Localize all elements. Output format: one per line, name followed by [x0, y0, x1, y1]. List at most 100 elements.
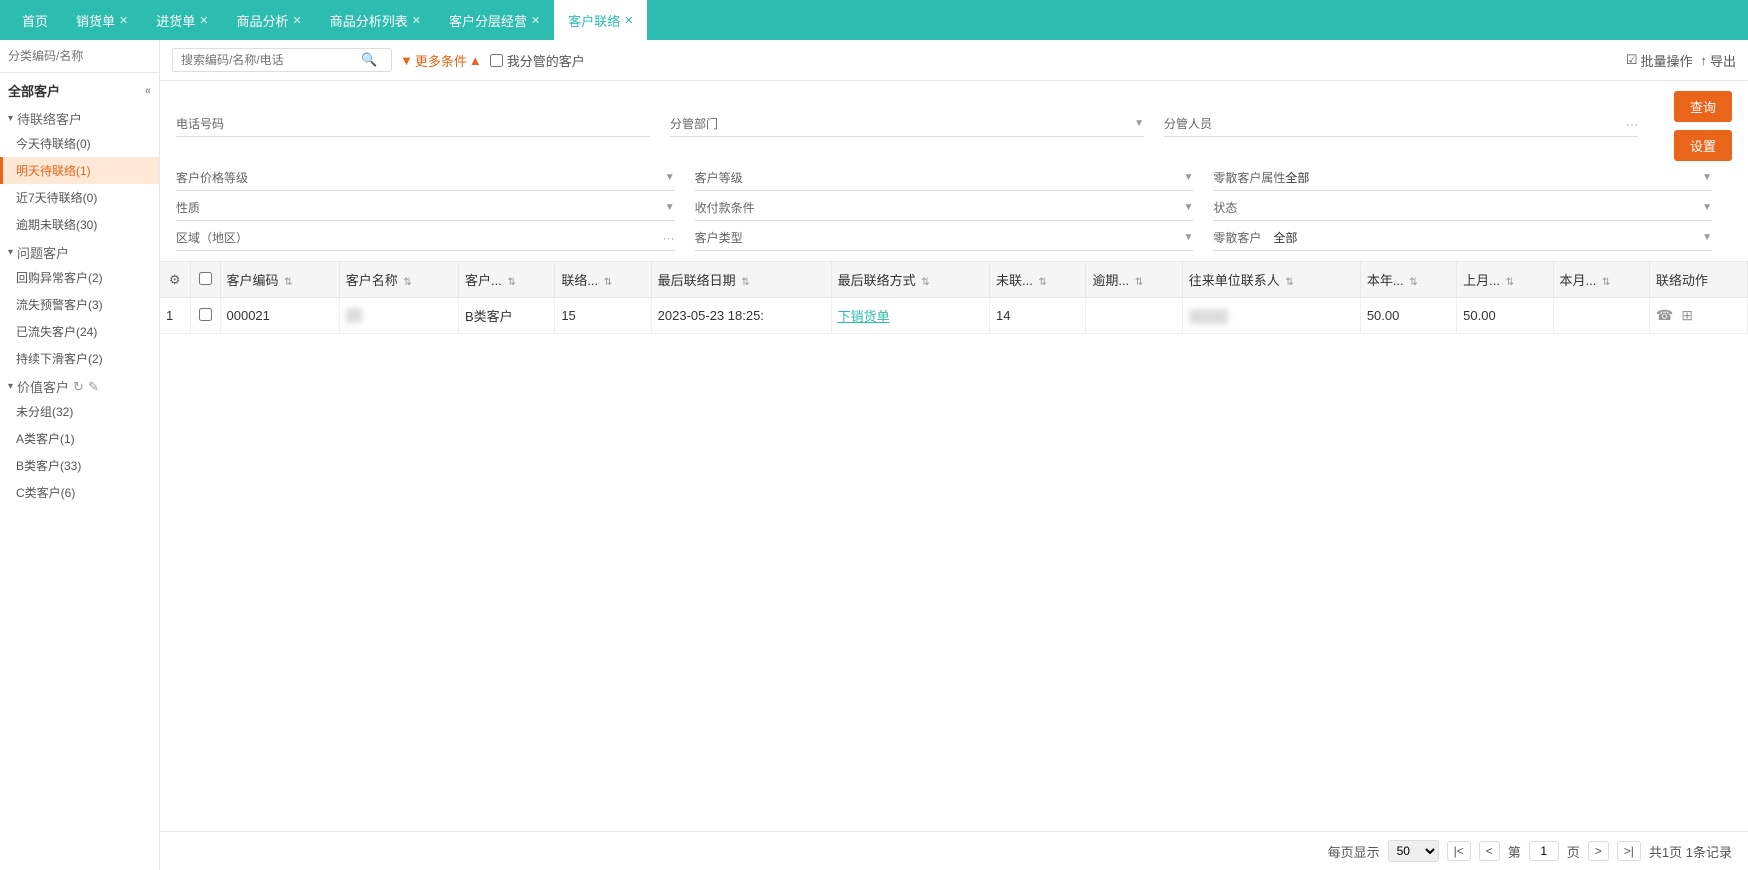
nature-dropdown-icon[interactable]: ▼	[665, 202, 675, 213]
sort-overdue-icon[interactable]: ⇅	[1135, 277, 1143, 288]
nav-customer-contact[interactable]: 客户联络 ✕	[554, 0, 647, 40]
problem-customers-group: 问题客户	[0, 238, 159, 264]
nav-product-analysis-list[interactable]: 商品分析列表 ✕	[316, 0, 435, 40]
sidebar-item-abnormal-repurchase[interactable]: 回购异常客户(2)	[0, 264, 159, 291]
filter-search-box: 🔍	[172, 48, 392, 72]
sidebar-item-churned[interactable]: 已流失客户(24)	[0, 318, 159, 345]
payment-dropdown-icon[interactable]: ▼	[1183, 202, 1193, 213]
sidebar-search-input[interactable]	[8, 49, 160, 63]
status-dropdown-icon[interactable]: ▼	[1702, 202, 1712, 213]
nav-sales-order[interactable]: 销货单 ✕	[62, 0, 142, 40]
filter-status: 状态 ▼	[1213, 199, 1712, 221]
table-header-name: 客户名称 ⇅	[339, 262, 458, 298]
nav-close-product-analysis-list[interactable]: ✕	[412, 14, 421, 27]
sidebar-item-c-class[interactable]: C类客户(6)	[0, 479, 159, 506]
sidebar-item-ungrouped[interactable]: 未分组(32)	[0, 398, 159, 425]
retail-customer-dropdown-icon[interactable]: ▼	[1702, 232, 1712, 243]
row-name: Ea	[339, 298, 458, 334]
nav-customer-tier[interactable]: 客户分层经营 ✕	[435, 0, 554, 40]
nav-close-purchase[interactable]: ✕	[199, 14, 208, 27]
region-dots-icon[interactable]: ···	[663, 231, 675, 245]
sidebar-item-a-class[interactable]: A类客户(1)	[0, 425, 159, 452]
filter-retail-customer: 零散客户 全部 ▼	[1213, 229, 1712, 251]
sort-last-date-icon[interactable]: ⇅	[741, 277, 749, 288]
filter-search-input[interactable]	[181, 53, 361, 67]
pagination-bar: 每页显示 50 100 200 |< < 第 页 > >| 共1页 1条记录	[160, 831, 1748, 870]
nav-home[interactable]: 首页	[8, 0, 62, 40]
row-last-date: 2023-05-23 18:25:	[651, 298, 831, 334]
table-select-all[interactable]	[199, 272, 212, 285]
table-header-checkbox	[190, 262, 220, 298]
row-checkbox[interactable]	[199, 308, 212, 321]
table-settings-icon[interactable]: ⚙	[169, 272, 181, 287]
value-group-refresh-icon[interactable]: ↻	[73, 379, 84, 395]
collapse-icon[interactable]: «	[145, 85, 151, 97]
sort-uncontacted-icon[interactable]: ⇅	[1039, 277, 1047, 288]
action-phone-icon[interactable]: ☎	[1656, 307, 1673, 324]
sidebar-item-7days-pending[interactable]: 近7天待联络(0)	[0, 184, 159, 211]
table-header-last-month: 上月... ⇅	[1457, 262, 1553, 298]
query-button[interactable]: 查询	[1674, 91, 1732, 122]
nav-close-customer-contact[interactable]: ✕	[624, 14, 633, 27]
export-btn[interactable]: ↑ 导出	[1700, 51, 1736, 70]
action-menu-icon[interactable]: ⊞	[1681, 307, 1693, 324]
sort-name-icon[interactable]: ⇅	[403, 277, 411, 288]
sort-type-icon[interactable]: ⇅	[507, 277, 515, 288]
last-page-btn[interactable]: >|	[1617, 841, 1641, 861]
row-contact-count: 15	[555, 298, 651, 334]
row-type: B类客户	[458, 298, 554, 334]
filter-bar: 🔍 ▼ 更多条件 ▲ 我分管的客户 ☑ 批量操作 ↑ 导出	[160, 40, 1748, 81]
price-level-dropdown-icon[interactable]: ▼	[665, 172, 675, 183]
page-number-input[interactable]	[1529, 841, 1559, 861]
value-group-edit-icon[interactable]: ✎	[88, 379, 99, 395]
table-header-contact-person: 往来单位联系人 ⇅	[1182, 262, 1360, 298]
sort-code-icon[interactable]: ⇅	[284, 277, 292, 288]
nav-close-sales[interactable]: ✕	[119, 14, 128, 27]
nav-product-analysis[interactable]: 商品分析 ✕	[222, 0, 315, 40]
set-button[interactable]: 设置	[1674, 130, 1732, 161]
next-page-btn[interactable]: >	[1588, 841, 1609, 861]
filter-icon: ▼	[400, 53, 413, 68]
last-method-link[interactable]: 下销货单	[838, 309, 890, 324]
customer-type-dropdown-icon[interactable]: ▼	[1183, 232, 1193, 243]
row-this-month	[1553, 298, 1649, 334]
sort-last-method-icon[interactable]: ⇅	[921, 277, 929, 288]
table-header-overdue: 逾期... ⇅	[1086, 262, 1182, 298]
filter-row-1: 电话号码 分管部门 ▼ 分管人员 ··· 查询 设置	[176, 91, 1732, 161]
batch-checkbox-icon: ☑	[1626, 52, 1638, 68]
sort-this-month-icon[interactable]: ⇅	[1602, 277, 1610, 288]
batch-operation-btn[interactable]: ☑ 批量操作	[1626, 51, 1693, 70]
table-header-row: ⚙ 客户编码 ⇅ 客户名称 ⇅	[160, 262, 1748, 298]
sidebar-item-declining[interactable]: 持续下滑客户(2)	[0, 345, 159, 372]
retail-attr-dropdown-icon[interactable]: ▼	[1702, 172, 1712, 183]
first-page-btn[interactable]: |<	[1447, 841, 1471, 861]
filter-row-2: 客户价格等级 ▼ 客户等级 ▼ 零散客户属性 全部 ▼	[176, 169, 1732, 191]
sort-contact-person-icon[interactable]: ⇅	[1285, 277, 1293, 288]
row-last-method: 下销货单	[831, 298, 989, 334]
nav-close-product-analysis[interactable]: ✕	[293, 14, 302, 27]
sort-this-year-icon[interactable]: ⇅	[1409, 277, 1417, 288]
export-icon: ↑	[1700, 53, 1707, 68]
table-header-settings: ⚙	[160, 262, 190, 298]
manager-dots-icon[interactable]: ···	[1626, 117, 1638, 131]
sidebar-item-tomorrow-pending[interactable]: 明天待联络(1)	[0, 157, 159, 184]
sidebar-item-overdue-pending[interactable]: 逾期未联络(30)	[0, 211, 159, 238]
sidebar-item-b-class[interactable]: B类客户(33)	[0, 452, 159, 479]
my-customers-check[interactable]	[490, 54, 503, 67]
query-set-buttons: 查询 设置	[1674, 91, 1732, 161]
sidebar-item-churn-warning[interactable]: 流失预警客户(3)	[0, 291, 159, 318]
my-customers-checkbox[interactable]: 我分管的客户	[490, 51, 585, 70]
prev-page-btn[interactable]: <	[1479, 841, 1500, 861]
sort-last-month-icon[interactable]: ⇅	[1506, 277, 1514, 288]
filter-search-icon[interactable]: 🔍	[361, 52, 377, 68]
more-conditions-btn[interactable]: ▼ 更多条件 ▲	[400, 51, 482, 70]
dept-dropdown-icon[interactable]: ▼	[1134, 118, 1144, 129]
customer-level-dropdown-icon[interactable]: ▼	[1183, 172, 1193, 183]
nav-purchase-order[interactable]: 进货单 ✕	[142, 0, 222, 40]
advanced-filter-panel: 电话号码 分管部门 ▼ 分管人员 ··· 查询 设置	[160, 81, 1748, 262]
sidebar-item-today-pending[interactable]: 今天待联络(0)	[0, 130, 159, 157]
sort-contact-count-icon[interactable]: ⇅	[604, 277, 612, 288]
total-records: 共1页 1条记录	[1649, 842, 1732, 861]
nav-close-customer-tier[interactable]: ✕	[531, 14, 540, 27]
page-size-select[interactable]: 50 100 200	[1388, 840, 1439, 862]
